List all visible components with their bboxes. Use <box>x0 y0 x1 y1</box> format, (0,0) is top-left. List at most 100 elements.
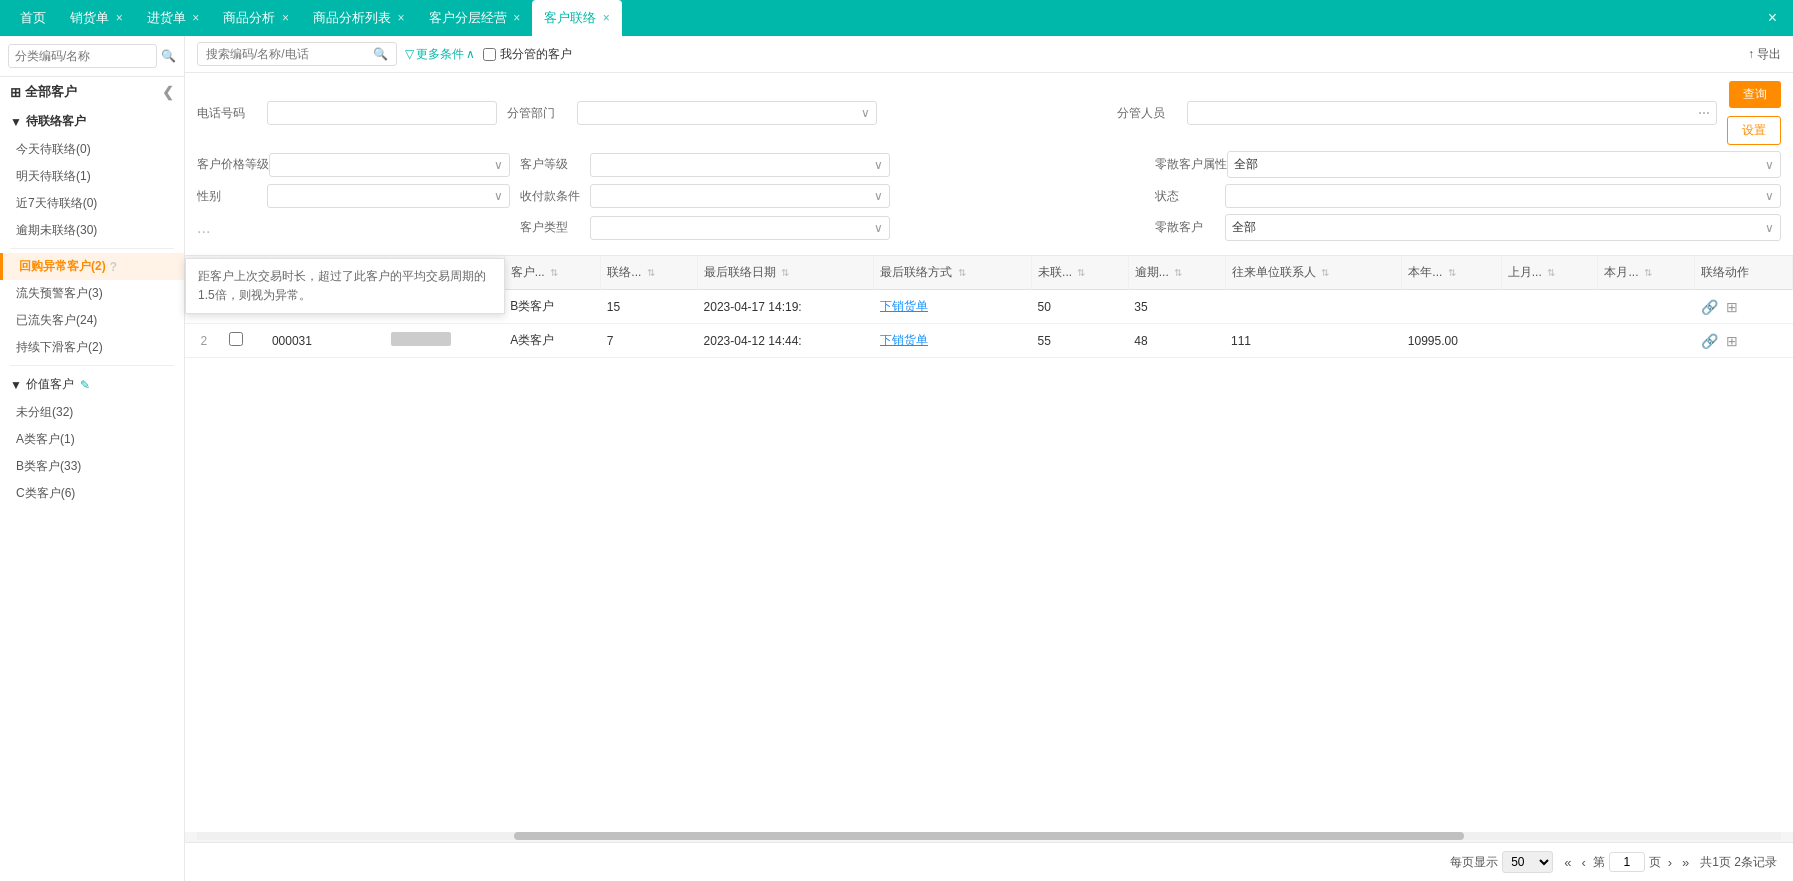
nav-purchase-order[interactable]: 进货单 × <box>135 0 212 36</box>
abnormal-info-icon[interactable]: ? <box>110 260 117 274</box>
value-customer-edit-icon[interactable]: ✎ <box>80 378 90 392</box>
row-2-last-method[interactable]: 下销货单 <box>874 324 1032 358</box>
filter-search-icon[interactable]: 🔍 <box>373 47 388 61</box>
retail-customer-label: 零散客户 <box>1155 219 1225 236</box>
sidebar-divider-2 <box>10 365 174 366</box>
th-last-contact-method[interactable]: 最后联络方式 ⇅ <box>874 256 1032 290</box>
nav-close-product-analysis[interactable]: × <box>282 11 289 25</box>
price-level-select[interactable]: ∨ <box>269 153 510 177</box>
nav-customer-tier[interactable]: 客户分层经营 × <box>417 0 533 36</box>
row-2-actions: 🔗 ⊞ <box>1695 324 1793 358</box>
sidebar-item-ungroup[interactable]: 未分组(32) <box>0 399 184 426</box>
content-area: 距客户上次交易时长，超过了此客户的平均交易周期的1.5倍，则视为异常。 🔍 ▽ … <box>185 36 1793 881</box>
pg-page-label: 第 <box>1593 854 1605 871</box>
sidebar-item-class-b[interactable]: B类客户(33) <box>0 453 184 480</box>
more-dots-btn[interactable]: ... <box>197 219 210 237</box>
scrollbar-thumb[interactable] <box>514 832 1464 840</box>
gender-select[interactable]: ∨ <box>267 184 510 208</box>
horizontal-scrollbar[interactable] <box>197 832 1781 840</box>
sidebar-value-customer-group[interactable]: ▼ 价值客户 ✎ <box>0 370 184 399</box>
nav-close-sales[interactable]: × <box>116 11 123 25</box>
sort-icon-type: ⇅ <box>550 267 558 278</box>
filter-cell-retail-customer: 零散客户 全部 ∨ <box>1155 214 1781 241</box>
sidebar-pending-contact-group[interactable]: ▼ 待联络客户 <box>0 107 184 136</box>
row-1-last-method[interactable]: 下销货单 <box>874 290 1032 324</box>
nav-close-customer-tier[interactable]: × <box>513 11 520 25</box>
sidebar-item-churned[interactable]: 已流失客户(24) <box>0 307 184 334</box>
row-2-no-contact: 55 <box>1032 324 1129 358</box>
per-page-select[interactable]: 50 20 100 <box>1502 851 1553 873</box>
set-button[interactable]: 设置 <box>1727 116 1781 145</box>
my-customers-checkbox[interactable] <box>483 48 496 61</box>
sidebar-item-class-a[interactable]: A类客户(1) <box>0 426 184 453</box>
status-select[interactable]: ∨ <box>1225 184 1781 208</box>
sidebar-item-7days[interactable]: 近7天待联络(0) <box>0 190 184 217</box>
branch-person-select[interactable]: ⋯ <box>1187 101 1717 125</box>
customer-level-select[interactable]: ∨ <box>590 153 890 177</box>
nav-product-analysis[interactable]: 商品分析 × <box>211 0 301 36</box>
sidebar-search-icon[interactable]: 🔍 <box>161 49 176 63</box>
payment-select[interactable]: ∨ <box>590 184 890 208</box>
branch-dept-select[interactable]: ∨ <box>577 101 877 125</box>
nav-close-customer-contact[interactable]: × <box>603 11 610 25</box>
gender-label: 性别 <box>197 188 267 205</box>
sort-icon-date: ⇅ <box>781 267 789 278</box>
export-icon: ↑ <box>1748 47 1754 61</box>
th-customer-type[interactable]: 客户... ⇅ <box>504 256 601 290</box>
sidebar-all-customers[interactable]: ⊞ 全部客户 ❮ <box>0 77 184 107</box>
nav-product-analysis-list[interactable]: 商品分析列表 × <box>301 0 417 36</box>
th-this-month[interactable]: 本月... ⇅ <box>1598 256 1695 290</box>
th-contact-person[interactable]: 往来单位联系人 ⇅ <box>1225 256 1402 290</box>
phone-label: 电话号码 <box>197 105 267 122</box>
row-1-grid-icon[interactable]: ⊞ <box>1726 299 1738 315</box>
pg-prev-btn[interactable]: ‹ <box>1578 854 1588 871</box>
row-2-link-icon[interactable]: 🔗 <box>1701 333 1718 349</box>
pg-page-input[interactable] <box>1609 852 1645 872</box>
sidebar-collapse-icon[interactable]: ❮ <box>162 84 174 100</box>
sidebar-item-churn-warning[interactable]: 流失预警客户(3) <box>0 280 184 307</box>
sidebar: 🔍 ⊞ 全部客户 ❮ ▼ 待联络客户 今天待联络(0) 明天待联络(1) 近7天… <box>0 36 185 881</box>
nav-close-product-analysis-list[interactable]: × <box>398 11 405 25</box>
pg-last-btn[interactable]: » <box>1679 854 1692 871</box>
row-2-last-date: 2023-04-12 14:44: <box>698 324 874 358</box>
pg-next-btn[interactable]: › <box>1665 854 1675 871</box>
phone-input[interactable] <box>267 101 497 125</box>
row-1-link-icon[interactable]: 🔗 <box>1701 299 1718 315</box>
filter-actions: 查询 设置 <box>1727 81 1781 145</box>
nav-close-purchase[interactable]: × <box>192 11 199 25</box>
retail-attr-select[interactable]: 全部 ∨ <box>1227 151 1781 178</box>
sidebar-item-class-c[interactable]: C类客户(6) <box>0 480 184 507</box>
nav-home[interactable]: 首页 <box>8 0 58 36</box>
sidebar-item-today[interactable]: 今天待联络(0) <box>0 136 184 163</box>
row-1-contact-count: 15 <box>601 290 698 324</box>
retail-customer-select[interactable]: 全部 ∨ <box>1225 214 1781 241</box>
sidebar-item-declining[interactable]: 持续下滑客户(2) <box>0 334 184 361</box>
sidebar-item-overdue[interactable]: 逾期未联络(30) <box>0 217 184 244</box>
filter-my-customers[interactable]: 我分管的客户 <box>483 46 572 63</box>
th-overdue[interactable]: 逾期... ⇅ <box>1128 256 1225 290</box>
window-close-button[interactable]: × <box>1760 9 1785 27</box>
row-2-grid-icon[interactable]: ⊞ <box>1726 333 1738 349</box>
th-no-contact-days[interactable]: 未联... ⇅ <box>1032 256 1129 290</box>
filter-search-input[interactable] <box>206 47 373 61</box>
export-button[interactable]: ↑ 导出 <box>1748 46 1781 63</box>
customer-type-select[interactable]: ∨ <box>590 216 890 240</box>
th-last-contact-date[interactable]: 最后联络日期 ⇅ <box>698 256 874 290</box>
sidebar-item-tomorrow[interactable]: 明天待联络(1) <box>0 163 184 190</box>
sidebar-item-abnormal[interactable]: 回购异常客户(2) ? <box>0 253 184 280</box>
price-level-chevron: ∨ <box>494 158 503 172</box>
row-2-checkbox[interactable] <box>229 332 243 346</box>
pg-first-btn[interactable]: « <box>1561 854 1574 871</box>
customer-level-label: 客户等级 <box>520 156 590 173</box>
filter-more-conditions[interactable]: ▽ 更多条件 ∧ <box>405 46 475 63</box>
filter-icon: ▽ <box>405 47 414 61</box>
payment-label: 收付款条件 <box>520 188 590 205</box>
sidebar-search-input[interactable] <box>8 44 157 68</box>
nav-sales-order[interactable]: 销货单 × <box>58 0 135 36</box>
th-this-year[interactable]: 本年... ⇅ <box>1402 256 1501 290</box>
row-2-this-month <box>1598 324 1695 358</box>
nav-customer-contact[interactable]: 客户联络 × <box>532 0 622 36</box>
th-contact-count[interactable]: 联络... ⇅ <box>601 256 698 290</box>
query-button[interactable]: 查询 <box>1729 81 1781 108</box>
th-last-month[interactable]: 上月... ⇅ <box>1501 256 1598 290</box>
